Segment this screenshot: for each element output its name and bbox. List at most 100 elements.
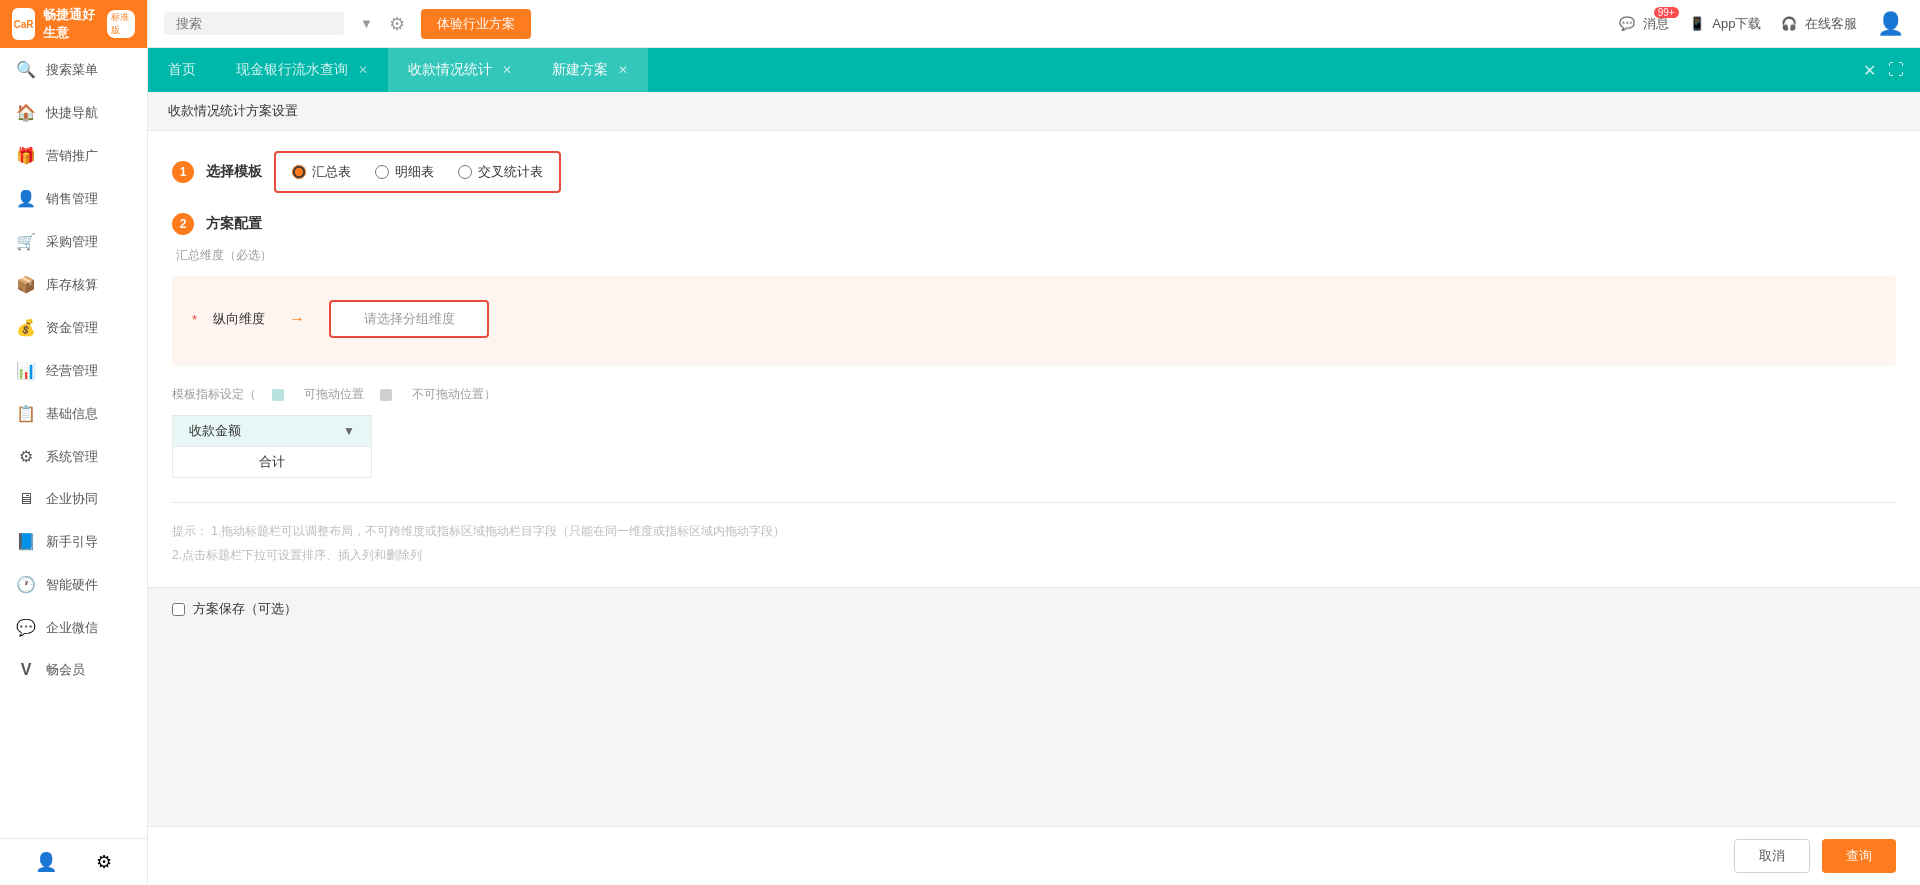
step1-badge: 1: [172, 161, 194, 183]
cart-icon: 🛒: [16, 232, 36, 251]
step1-row: 1 选择模板 汇总表 明细表 交叉统计表: [172, 151, 1896, 193]
logo-icon: CaR: [12, 8, 35, 40]
metrics-table-header: 收款金额 ▼: [173, 416, 371, 447]
sidebar-item-system[interactable]: ⚙ 系统管理: [0, 435, 147, 478]
clock-icon: 🕐: [16, 575, 36, 594]
message-badge[interactable]: 💬 99+ 消息: [1619, 15, 1669, 33]
sidebar-item-hardware[interactable]: 🕐 智能硬件: [0, 563, 147, 606]
sidebar-item-collab[interactable]: 🖥 企业协同: [0, 478, 147, 520]
cancel-button[interactable]: 取消: [1734, 839, 1810, 873]
service-label: 在线客服: [1805, 16, 1857, 31]
tab-cashflow-close[interactable]: ✕: [358, 63, 368, 77]
required-mark: *: [192, 312, 197, 327]
main-area: ▼ ⚙ 体验行业方案 💬 99+ 消息 📱 App下载 🎧 在线客服 👤 首页: [148, 0, 1920, 885]
online-service[interactable]: 🎧 在线客服: [1781, 15, 1857, 33]
metrics-hint-row: 模板指标设定（ 可拖动位置 不可拖动位置）: [172, 386, 1896, 403]
tab-home[interactable]: 首页: [148, 48, 216, 92]
step1-label: 选择模板: [206, 163, 262, 181]
metrics-label-text: 模板指标设定（: [172, 386, 256, 403]
sidebar-item-label: 销售管理: [46, 190, 98, 208]
tab-cashflow-label: 现金银行流水查询: [236, 61, 348, 79]
sidebar-item-label: 采购管理: [46, 233, 98, 251]
sidebar-item-inventory[interactable]: 📦 库存核算: [0, 263, 147, 306]
metrics-dropdown-arrow[interactable]: ▼: [343, 424, 355, 438]
home-icon: 🏠: [16, 103, 36, 122]
dropdown-arrow-icon[interactable]: ▼: [360, 16, 373, 31]
sidebar-bottom-icon1[interactable]: 👤: [35, 851, 57, 873]
sidebar-item-basic[interactable]: 📋 基础信息: [0, 392, 147, 435]
user-avatar[interactable]: 👤: [1877, 11, 1904, 37]
dim-placeholder-box[interactable]: 请选择分组维度: [329, 300, 489, 338]
close-window-icon[interactable]: ✕: [1863, 61, 1876, 80]
sidebar-item-label: 智能硬件: [46, 576, 98, 594]
book-icon: 📘: [16, 532, 36, 551]
sidebar-bottom-icon2[interactable]: ⚙: [96, 851, 112, 873]
radio-mingxi[interactable]: 明细表: [375, 163, 434, 181]
wechat-icon: 💬: [16, 618, 36, 637]
radio-mingxi-input[interactable]: [375, 165, 389, 179]
tab-new-plan-close[interactable]: ✕: [618, 63, 628, 77]
form-section: 1 选择模板 汇总表 明细表 交叉统计表: [148, 131, 1920, 587]
tab-new-plan-label: 新建方案: [552, 61, 608, 79]
sidebar-item-nav[interactable]: 🏠 快捷导航: [0, 91, 147, 134]
sidebar-item-marketing[interactable]: 🎁 营销推广: [0, 134, 147, 177]
maximize-icon[interactable]: ⛶: [1888, 61, 1904, 80]
sidebar-item-sales[interactable]: 👤 销售管理: [0, 177, 147, 220]
sidebar-item-wechat[interactable]: 💬 企业微信: [0, 606, 147, 649]
gear-icon[interactable]: ⚙: [389, 13, 405, 35]
industry-btn[interactable]: 体验行业方案: [421, 9, 531, 39]
sidebar-item-label: 畅会员: [46, 661, 85, 679]
sidebar-item-purchase[interactable]: 🛒 采购管理: [0, 220, 147, 263]
template-options: 汇总表 明细表 交叉统计表: [274, 151, 561, 193]
header-right: 💬 99+ 消息 📱 App下载 🎧 在线客服 👤: [1619, 11, 1904, 37]
tab-payment-stats[interactable]: 收款情况统计 ✕: [388, 48, 532, 92]
headset-icon: 🎧: [1781, 16, 1797, 31]
sidebar-item-guide[interactable]: 📘 新手引导: [0, 520, 147, 563]
tab-payment-close[interactable]: ✕: [502, 63, 512, 77]
badge-count: 99+: [1654, 7, 1679, 18]
app-label: App下载: [1712, 16, 1761, 31]
metrics-hint1: 可拖动位置: [304, 386, 364, 403]
radio-mingxi-label: 明细表: [395, 163, 434, 181]
sidebar-item-label: 经营管理: [46, 362, 98, 380]
save-label: 方案保存（可选）: [193, 600, 297, 618]
list-icon: 📋: [16, 404, 36, 423]
settings-icon: ⚙: [16, 447, 36, 466]
sidebar-item-search[interactable]: 🔍 搜索菜单: [0, 48, 147, 91]
query-button[interactable]: 查询: [1822, 839, 1896, 873]
step2-section: 2 方案配置 汇总维度（必选） * 纵向维度 → 请选择分组维度: [172, 213, 1896, 567]
chart-icon: 📊: [16, 361, 36, 380]
sidebar-item-finance[interactable]: 💰 资金管理: [0, 306, 147, 349]
step2-label: 方案配置: [206, 215, 262, 233]
page-title: 收款情况统计方案设置: [148, 92, 1920, 131]
dimension-row: * 纵向维度 → 请选择分组维度: [192, 300, 1876, 338]
sidebar: CaR 畅捷通好生意 标准版 🔍 搜索菜单 🏠 快捷导航 🎁 营销推广 👤 销售…: [0, 0, 148, 885]
logo-badge: 标准版: [107, 10, 135, 38]
tab-cashflow[interactable]: 现金银行流水查询 ✕: [216, 48, 388, 92]
tab-home-label: 首页: [168, 61, 196, 79]
radio-huizong[interactable]: 汇总表: [292, 163, 351, 181]
gift-icon: 🎁: [16, 146, 36, 165]
tip2-text: 2.点击标题栏下拉可设置排序、插入列和删除列: [172, 543, 1896, 567]
tips-section: 提示： 1.拖动标题栏可以调整布局，不可跨维度或指标区域拖动栏目字段（只能在同一…: [172, 502, 1896, 567]
sidebar-item-label: 资金管理: [46, 319, 98, 337]
radio-huizong-input[interactable]: [292, 165, 306, 179]
sidebar-item-management[interactable]: 📊 经营管理: [0, 349, 147, 392]
sidebar-item-label: 快捷导航: [46, 104, 98, 122]
radio-jiaocha-input[interactable]: [458, 165, 472, 179]
sidebar-item-label: 基础信息: [46, 405, 98, 423]
sidebar-item-member[interactable]: V 畅会员: [0, 649, 147, 691]
sidebar-item-label: 新手引导: [46, 533, 98, 551]
hint-dot-fixed: [380, 389, 392, 401]
save-checkbox[interactable]: [172, 603, 185, 616]
tab-bar: 首页 现金银行流水查询 ✕ 收款情况统计 ✕ 新建方案 ✕ ✕ ⛶: [148, 48, 1920, 92]
tab-new-plan[interactable]: 新建方案 ✕: [532, 48, 648, 92]
sidebar-item-label: 企业微信: [46, 619, 98, 637]
sidebar-bottom: 👤 ⚙: [0, 838, 147, 885]
radio-jiaocha[interactable]: 交叉统计表: [458, 163, 543, 181]
app-download[interactable]: 📱 App下载: [1689, 15, 1762, 33]
message-label: 消息: [1643, 16, 1669, 31]
sidebar-item-label: 营销推广: [46, 147, 98, 165]
tip1-text: 提示： 1.拖动标题栏可以调整布局，不可跨维度或指标区域拖动栏目字段（只能在同一…: [172, 519, 1896, 543]
header-search-input[interactable]: [164, 12, 344, 35]
